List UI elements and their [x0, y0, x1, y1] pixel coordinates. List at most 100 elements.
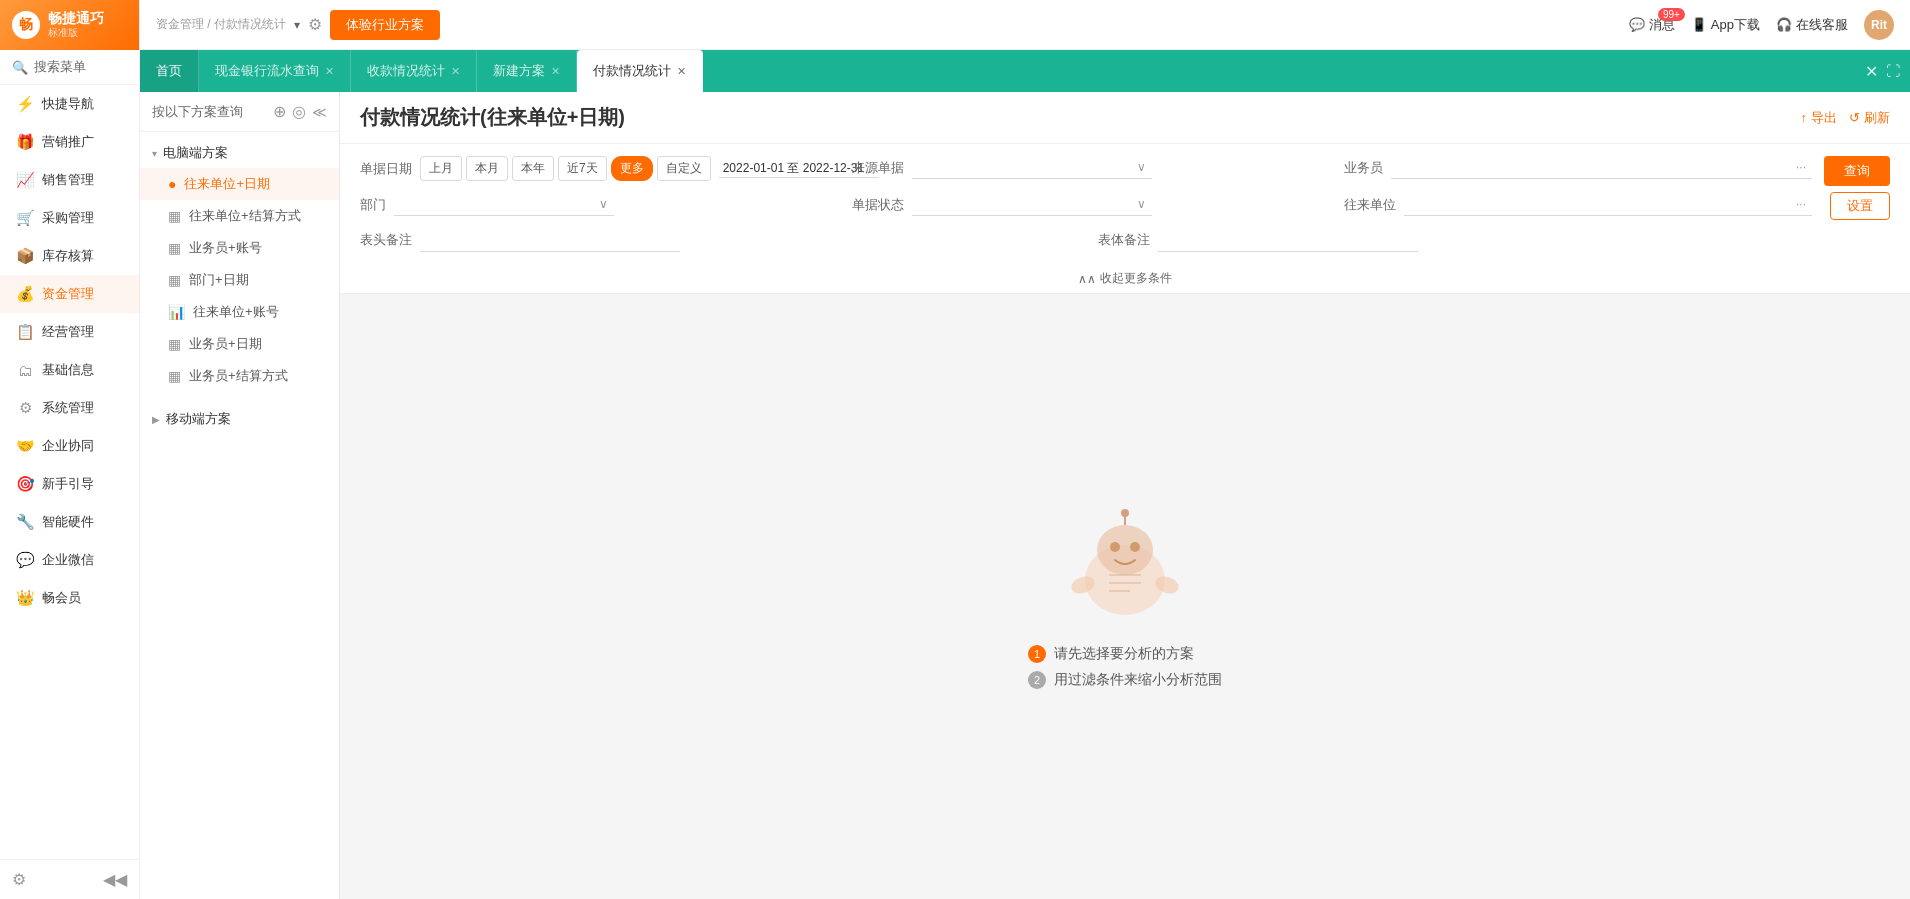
tab-payment-stats[interactable]: 付款情况统计 ✕	[577, 50, 703, 92]
tab-new-plan-label: 新建方案	[493, 62, 545, 80]
sidebar-item-system[interactable]: ⚙ 系统管理	[0, 389, 139, 427]
this-year-btn[interactable]: 本年	[512, 156, 554, 181]
tab-receipt-stats[interactable]: 收款情况统计 ✕	[351, 50, 477, 92]
page-header: 付款情况统计(往来单位+日期) ↑ 导出 ↺ 刷新	[340, 92, 1910, 144]
sidebar-item-marketing[interactable]: 🎁 营销推广	[0, 123, 139, 161]
tree-item-icon: ▦	[168, 368, 181, 384]
online-service-button[interactable]: 🎧 在线客服	[1776, 16, 1848, 34]
tabbar-close-all-icon[interactable]: ✕	[1865, 62, 1878, 81]
sidebar-logo-text: 畅捷通巧	[48, 10, 104, 27]
filter-area: 单据日期 上月 本月 本年 近7天 更多 自定义 2022-01-01 至 20…	[340, 144, 1910, 294]
last-month-btn[interactable]: 上月	[420, 156, 462, 181]
mobile-section-title[interactable]: ▶ 移动端方案	[140, 404, 339, 434]
content-area: 按以下方案查询 ⊕ ◎ ≪ ▾ 电脑端方案 ● 往来单位+日期 ▦	[140, 92, 1910, 899]
left-panel-actions: ⊕ ◎ ≪	[273, 102, 327, 121]
tab-new-plan-close[interactable]: ✕	[551, 65, 560, 78]
sidebar-item-finance[interactable]: 💰 资金管理	[0, 275, 139, 313]
tree-item-staff-date[interactable]: ▦ 业务员+日期	[140, 328, 339, 360]
hint-num-1: 1	[1028, 645, 1046, 663]
tab-receipt-stats-label: 收款情况统计	[367, 62, 445, 80]
trial-button[interactable]: 体验行业方案	[330, 10, 440, 40]
filter-collapse-bar[interactable]: ∧∧ 收起更多条件	[360, 264, 1890, 293]
sidebar-item-guide[interactable]: 🎯 新手引导	[0, 465, 139, 503]
query-button[interactable]: 查询	[1824, 156, 1890, 186]
tree-item-dept-date[interactable]: ▦ 部门+日期	[140, 264, 339, 296]
dept-select[interactable]: ∨	[394, 193, 614, 216]
tabbar-right: ✕ ⛶	[1855, 50, 1910, 92]
tab-bank-flow[interactable]: 现金银行流水查询 ✕	[199, 50, 351, 92]
pc-plan-section: ▾ 电脑端方案 ● 往来单位+日期 ▦ 往来单位+结算方式 ▦ 业务员+账号 ▦	[140, 132, 339, 398]
staff-select-arrow: ···	[1796, 160, 1806, 174]
tree-item-partner-date[interactable]: ● 往来单位+日期	[140, 168, 339, 200]
tree-item-partner-account[interactable]: 📊 往来单位+账号	[140, 296, 339, 328]
sidebar-item-label: 经营管理	[42, 323, 94, 341]
sidebar-item-inventory[interactable]: 📦 库存核算	[0, 237, 139, 275]
sidebar-nav: ⚡ 快捷导航 🎁 营销推广 📈 销售管理 🛒 采购管理 📦 库存核算 💰 资金管…	[0, 85, 139, 859]
status-select[interactable]: ∨	[912, 193, 1152, 216]
this-month-btn[interactable]: 本月	[466, 156, 508, 181]
refresh-icon: ↺	[1849, 110, 1860, 125]
system-icon: ⚙	[16, 399, 34, 417]
export-button[interactable]: ↑ 导出	[1801, 109, 1838, 127]
note-head-input[interactable]	[420, 228, 680, 252]
sidebar-settings-icon[interactable]: ⚙	[12, 870, 26, 889]
tree-item-icon: ▦	[168, 208, 181, 224]
sidebar-item-sales[interactable]: 📈 销售管理	[0, 161, 139, 199]
refresh-button[interactable]: ↺ 刷新	[1849, 109, 1890, 127]
tab-home[interactable]: 首页	[140, 50, 199, 92]
tab-receipt-close[interactable]: ✕	[451, 65, 460, 78]
sidebar-item-operation[interactable]: 📋 经营管理	[0, 313, 139, 351]
hardware-icon: 🔧	[16, 513, 34, 531]
tab-bank-flow-close[interactable]: ✕	[325, 65, 334, 78]
tree-item-partner-settle[interactable]: ▦ 往来单位+结算方式	[140, 200, 339, 232]
settings-plan-icon[interactable]: ◎	[292, 102, 306, 121]
service-icon: 🎧	[1776, 17, 1792, 32]
status-select-arrow: ∨	[1137, 197, 1146, 211]
tabbar: 首页 现金银行流水查询 ✕ 收款情况统计 ✕ 新建方案 ✕ 付款情况统计 ✕ ✕…	[140, 50, 1910, 92]
sidebar-item-wechat[interactable]: 💬 企业微信	[0, 541, 139, 579]
sidebar-search-label: 搜索菜单	[34, 58, 86, 76]
purchase-icon: 🛒	[16, 209, 34, 227]
last-7days-btn[interactable]: 近7天	[558, 156, 607, 181]
sidebar-collapse-icon[interactable]: ◀◀	[103, 870, 127, 889]
sidebar-item-hardware[interactable]: 🔧 智能硬件	[0, 503, 139, 541]
filter-settings-button[interactable]: 设置	[1830, 192, 1890, 220]
sidebar-item-quick-nav[interactable]: ⚡ 快捷导航	[0, 85, 139, 123]
sidebar-item-basic[interactable]: 🗂 基础信息	[0, 351, 139, 389]
tabbar-expand-icon[interactable]: ⛶	[1886, 63, 1900, 79]
topbar-dropdown-icon[interactable]: ▾	[294, 18, 300, 32]
staff-select[interactable]: ···	[1391, 156, 1812, 179]
sidebar-item-collab[interactable]: 🤝 企业协同	[0, 427, 139, 465]
tab-payment-close[interactable]: ✕	[677, 65, 686, 78]
tab-new-plan[interactable]: 新建方案 ✕	[477, 50, 577, 92]
pc-section-title[interactable]: ▾ 电脑端方案	[140, 138, 339, 168]
hint-num-2: 2	[1028, 671, 1046, 689]
messages-badge: 99+	[1658, 8, 1685, 21]
user-avatar[interactable]: Rit	[1864, 10, 1894, 40]
filter-row-1: 单据日期 上月 本月 本年 近7天 更多 自定义 2022-01-01 至 20…	[360, 156, 1812, 181]
empty-hint-1: 1 请先选择要分析的方案	[1028, 645, 1222, 663]
partner-filter-label: 往来单位	[1344, 196, 1396, 214]
tree-item-staff-account[interactable]: ▦ 业务员+账号	[140, 232, 339, 264]
sidebar-item-member[interactable]: 👑 畅会员	[0, 579, 139, 617]
add-plan-icon[interactable]: ⊕	[273, 102, 286, 121]
source-select[interactable]: ∨	[912, 156, 1152, 179]
app-download-button[interactable]: 📱 App下载	[1691, 16, 1760, 34]
partner-select[interactable]: ···	[1404, 193, 1812, 216]
custom-date-btn[interactable]: 自定义	[657, 156, 711, 181]
main-area: 资金管理 / 付款情况统计 ▾ ⚙ 体验行业方案 💬 消息 99+ 📱 App下…	[140, 0, 1910, 899]
member-icon: 👑	[16, 589, 34, 607]
filter-group-partner: 往来单位 ···	[1344, 193, 1812, 216]
sidebar-search[interactable]: 🔍 搜索菜单	[0, 50, 139, 85]
hint-text-1: 请先选择要分析的方案	[1054, 645, 1194, 663]
note-body-input[interactable]	[1158, 228, 1418, 252]
messages-button[interactable]: 💬 消息 99+	[1629, 16, 1675, 34]
page-title: 付款情况统计(往来单位+日期)	[360, 104, 625, 131]
panel-collapse-icon[interactable]: ≪	[312, 104, 327, 120]
topbar-gear-icon[interactable]: ⚙	[308, 15, 322, 34]
more-date-btn[interactable]: 更多	[611, 156, 653, 181]
sidebar-item-purchase[interactable]: 🛒 采购管理	[0, 199, 139, 237]
guide-icon: 🎯	[16, 475, 34, 493]
tree-item-staff-settle[interactable]: ▦ 业务员+结算方式	[140, 360, 339, 392]
operation-icon: 📋	[16, 323, 34, 341]
